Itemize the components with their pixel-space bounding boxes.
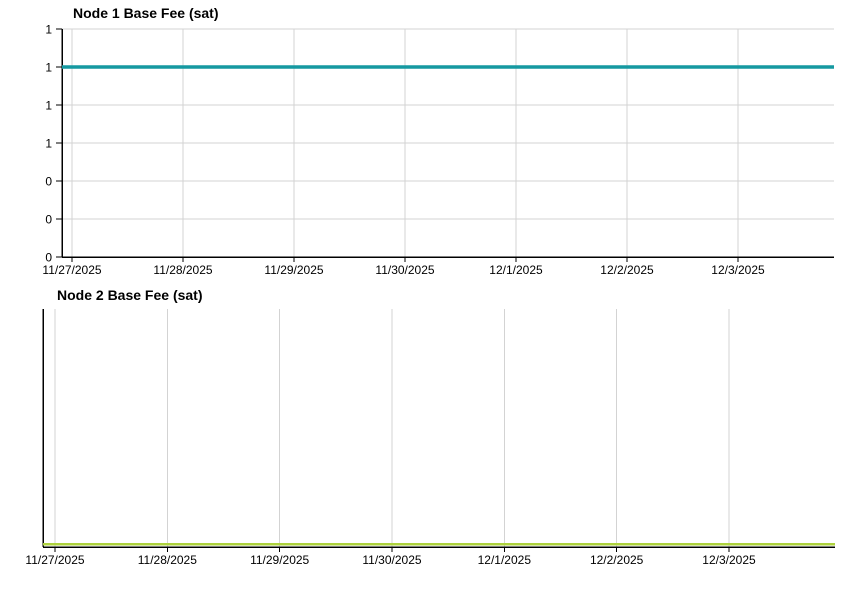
x-tick-label: 12/2/2025 [590, 553, 644, 567]
x-tick-label: 11/30/2025 [375, 263, 434, 277]
x-tick-label: 11/28/2025 [153, 263, 212, 277]
y-tick-label: 1 [45, 137, 52, 151]
x-tick-label: 11/27/2025 [25, 553, 84, 567]
x-tick-label: 11/30/2025 [362, 553, 421, 567]
y-tick-label: 1 [45, 99, 52, 113]
x-tick-label: 11/27/2025 [42, 263, 101, 277]
x-tick-label: 12/2/2025 [600, 263, 654, 277]
y-tick-label: 1 [45, 23, 52, 37]
x-tick-label: 12/3/2025 [711, 263, 765, 277]
x-tick-label: 11/28/2025 [138, 553, 197, 567]
y-tick-label: 1 [45, 61, 52, 75]
x-tick-label: 12/1/2025 [489, 263, 543, 277]
x-tick-label: 12/1/2025 [478, 553, 532, 567]
x-tick-label: 12/3/2025 [702, 553, 756, 567]
y-tick-label: 0 [45, 213, 52, 227]
y-tick-label: 0 [45, 175, 52, 189]
base-fee-charts-page: 000111111/27/202511/28/202511/29/202511/… [0, 0, 860, 600]
chart1-title: Node 1 Base Fee (sat) [73, 5, 219, 21]
x-tick-label: 11/29/2025 [250, 553, 309, 567]
chart2-title: Node 2 Base Fee (sat) [57, 287, 203, 303]
x-tick-label: 11/29/2025 [264, 263, 323, 277]
